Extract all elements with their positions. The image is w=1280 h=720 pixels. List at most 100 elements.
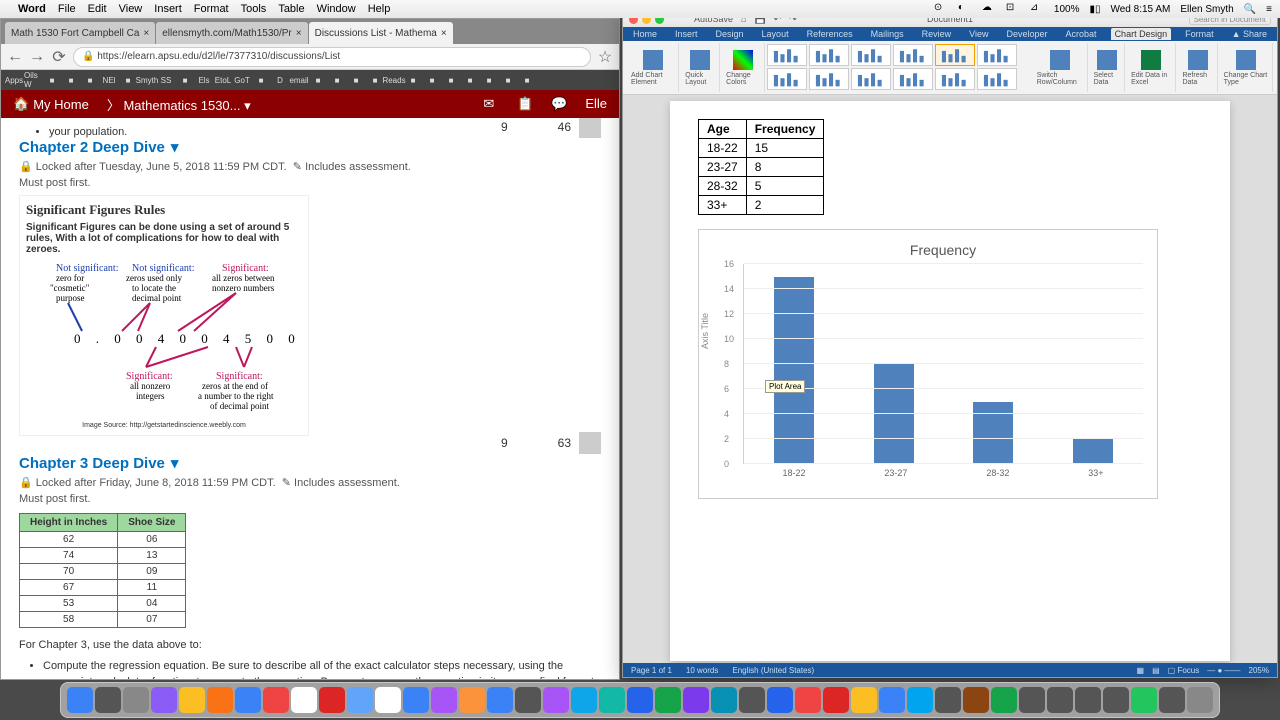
add-chart-element-button[interactable]: Add Chart Element <box>627 43 679 92</box>
dock-app-icon[interactable] <box>711 687 737 713</box>
dock-app-icon[interactable] <box>95 687 121 713</box>
dock-app-icon[interactable] <box>123 687 149 713</box>
chart-style-thumb[interactable] <box>977 44 1017 66</box>
change-colors-button[interactable]: Change Colors <box>722 43 765 92</box>
bookmark-item[interactable]: ■ <box>347 72 365 88</box>
chart-style-thumb[interactable] <box>767 68 807 90</box>
dock-app-icon[interactable] <box>403 687 429 713</box>
dock-app-icon[interactable] <box>151 687 177 713</box>
dock-app-icon[interactable] <box>179 687 205 713</box>
dock-app-icon[interactable] <box>487 687 513 713</box>
browser-tab[interactable]: ellensmyth.com/Math1530/Pr× <box>156 22 307 44</box>
focus-mode[interactable]: ▢ Focus <box>1168 666 1200 675</box>
user-menu[interactable]: Elle <box>585 96 607 112</box>
ribbon-tab[interactable]: Format <box>1181 28 1218 40</box>
status-icon[interactable]: ⊡ <box>1006 2 1020 16</box>
document-page[interactable]: AgeFrequency 18-221523-27828-32533+2 Fre… <box>670 101 1230 661</box>
zoom-slider[interactable]: — ● —— <box>1207 666 1240 675</box>
bookmark-item[interactable]: GoT <box>233 72 251 88</box>
ribbon-tab[interactable]: Acrobat <box>1062 28 1101 40</box>
dock-app-icon[interactable] <box>67 687 93 713</box>
menu-view[interactable]: View <box>119 3 143 15</box>
notif-icon[interactable]: 📋 <box>517 96 533 112</box>
switch-row-col-button[interactable]: Switch Row/Column <box>1033 43 1088 92</box>
menu-tools[interactable]: Tools <box>241 3 267 15</box>
chart-style-thumb[interactable] <box>809 44 849 66</box>
user-name[interactable]: Ellen Smyth <box>1180 4 1233 15</box>
ribbon-tab[interactable]: Insert <box>671 28 702 40</box>
chat-icon[interactable]: 💬 <box>551 96 567 112</box>
chart-styles-gallery[interactable] <box>767 44 1030 92</box>
dock-app-icon[interactable] <box>515 687 541 713</box>
chart-bar[interactable] <box>973 402 1013 465</box>
dock-app-icon[interactable] <box>571 687 597 713</box>
ribbon-tab[interactable]: Review <box>918 28 956 40</box>
close-icon[interactable]: × <box>139 28 149 39</box>
clock[interactable]: Wed 8:15 AM <box>1110 4 1170 15</box>
address-bar[interactable]: 🔒 https://elearn.apsu.edu/d2l/le/7377310… <box>73 47 591 67</box>
bookmark-item[interactable]: ■ <box>499 72 517 88</box>
menu-window[interactable]: Window <box>317 3 356 15</box>
course-breadcrumb[interactable]: 〉 Mathematics 1530... ▾ <box>107 95 251 114</box>
dock-app-icon[interactable] <box>739 687 765 713</box>
language[interactable]: English (United States) <box>732 666 814 675</box>
dock-app-icon[interactable] <box>235 687 261 713</box>
ribbon-tab[interactable]: Layout <box>758 28 793 40</box>
bookmark-item[interactable]: ■ <box>518 72 536 88</box>
refresh-data-button[interactable]: Refresh Data <box>1178 43 1217 92</box>
share-button[interactable]: ▲ Share <box>1228 28 1271 40</box>
bookmark-item[interactable]: ■ <box>423 72 441 88</box>
bookmark-item[interactable]: ■ <box>176 72 194 88</box>
bookmark-item[interactable]: ■ <box>62 72 80 88</box>
view-icon[interactable]: ▤ <box>1152 666 1160 675</box>
bookmark-item[interactable]: ■ <box>328 72 346 88</box>
select-data-button[interactable]: Select Data <box>1090 43 1125 92</box>
spotlight-icon[interactable]: 🔍 <box>1244 4 1256 15</box>
ribbon-tab[interactable]: Developer <box>1003 28 1052 40</box>
menu-help[interactable]: Help <box>368 3 391 15</box>
back-button[interactable]: ← <box>7 49 23 65</box>
browser-tab[interactable]: Discussions List - Mathema× <box>309 22 453 44</box>
y-axis-title[interactable]: Axis Title <box>700 313 710 349</box>
ribbon-tab[interactable]: References <box>803 28 857 40</box>
bookmark-item[interactable]: ■ <box>404 72 422 88</box>
chart-object[interactable]: Frequency Axis Title 0246810121416 18-22… <box>698 229 1158 499</box>
chart-style-thumb[interactable] <box>977 68 1017 90</box>
chart-style-thumb[interactable] <box>809 68 849 90</box>
reload-button[interactable]: ⟳ <box>51 49 67 65</box>
edit-data-button[interactable]: Edit Data in Excel <box>1127 43 1176 92</box>
chart-style-thumb[interactable] <box>893 68 933 90</box>
topic-title[interactable]: Chapter 2 Deep Dive ▾ <box>19 138 178 156</box>
dock-app-icon[interactable] <box>1047 687 1073 713</box>
chart-title[interactable]: Frequency <box>743 242 1143 258</box>
ribbon-tab[interactable]: Home <box>629 28 661 40</box>
chart-bar[interactable] <box>774 277 814 465</box>
ribbon-tab[interactable]: Chart Design <box>1111 28 1172 40</box>
chart-style-thumb[interactable] <box>851 68 891 90</box>
menu-format[interactable]: Format <box>194 3 229 15</box>
dock-app-icon[interactable] <box>627 687 653 713</box>
dock-app-icon[interactable] <box>851 687 877 713</box>
browser-tab[interactable]: Math 1530 Fort Campbell Ca× <box>5 22 155 44</box>
dock-app-icon[interactable] <box>767 687 793 713</box>
dock-app-icon[interactable] <box>459 687 485 713</box>
menu-table[interactable]: Table <box>278 3 304 15</box>
chart-bar[interactable] <box>1073 439 1113 464</box>
dock-app-icon[interactable] <box>263 687 289 713</box>
word-count[interactable]: 10 words <box>686 666 718 675</box>
bookmark-item[interactable]: Reads <box>385 72 403 88</box>
dock-app-icon[interactable] <box>1159 687 1185 713</box>
dock-app-icon[interactable] <box>375 687 401 713</box>
close-icon[interactable]: × <box>437 28 447 39</box>
dock-app-icon[interactable] <box>1103 687 1129 713</box>
bookmark-item[interactable]: email <box>290 72 308 88</box>
bookmark-item[interactable]: ■ <box>252 72 270 88</box>
menu-edit[interactable]: Edit <box>88 3 107 15</box>
dock-app-icon[interactable] <box>1131 687 1157 713</box>
menu-insert[interactable]: Insert <box>154 3 182 15</box>
bookmark-item[interactable]: SS <box>157 72 175 88</box>
page-indicator[interactable]: Page 1 of 1 <box>631 666 672 675</box>
bookmark-item[interactable]: ■ <box>480 72 498 88</box>
dock-app-icon[interactable] <box>991 687 1017 713</box>
status-icon[interactable]: ⊙ <box>934 2 948 16</box>
